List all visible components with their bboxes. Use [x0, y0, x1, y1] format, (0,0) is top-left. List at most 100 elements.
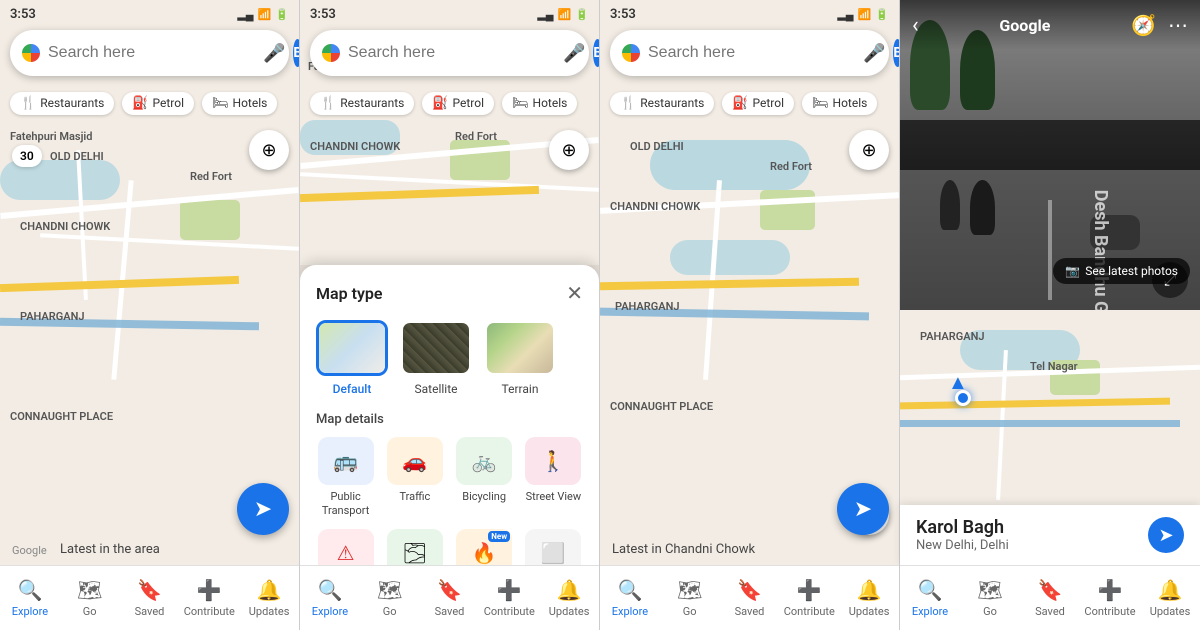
category-pills-2: 🍴Restaurants ⛽Petrol 🛏Hotels	[300, 85, 599, 121]
nav-updates-2[interactable]: 🔔 Updates	[539, 566, 599, 630]
new-badge-wildfires: New	[488, 531, 510, 542]
nav-contribute-label-3: Contribute	[784, 605, 835, 618]
nav-go-1[interactable]: 🗺 Go	[60, 566, 120, 630]
contribute-icon-1: ➕	[197, 578, 222, 602]
nav-contribute-label-4: Contribute	[1084, 605, 1135, 618]
search-input-1[interactable]	[48, 44, 255, 62]
threed-icon: ⬜	[541, 541, 566, 565]
explore-icon-1: 🔍	[17, 578, 42, 602]
detail-bicycling[interactable]: 🚲 Bicycling	[455, 437, 514, 519]
nav-updates-label-2: Updates	[549, 605, 590, 618]
profile-icon-2[interactable]: B	[593, 39, 600, 67]
detail-public-transport[interactable]: 🚌 Public Transport	[316, 437, 375, 519]
nav-contribute-2[interactable]: ➕ Contribute	[479, 566, 539, 630]
explore-icon-4: 🔍	[918, 578, 943, 602]
bicycling-label: Bicycling	[462, 490, 506, 504]
nav-explore-2[interactable]: 🔍 Explore	[300, 566, 360, 630]
transport-label: Public Transport	[316, 490, 375, 519]
map-label-masjid: Fatehpuri Masjid	[10, 130, 92, 143]
air-icon: 🌫	[402, 541, 427, 565]
back-button-4[interactable]: ‹	[912, 13, 919, 38]
nav-contribute-label-1: Contribute	[184, 605, 235, 618]
navigation-button-1[interactable]: ➤	[237, 483, 289, 535]
nav-updates-3[interactable]: 🔔 Updates	[839, 566, 899, 630]
map-type-thumb-default	[316, 320, 388, 376]
bottom-nav-2: 🔍 Explore 🗺 Go 🔖 Saved ➕ Contribute 🔔 Up…	[300, 565, 599, 630]
navigation-button-3[interactable]: ➤	[837, 483, 889, 535]
nav-saved-1[interactable]: 🔖 Saved	[120, 566, 180, 630]
go-icon-2: 🗺	[377, 578, 402, 602]
search-input-2[interactable]	[348, 44, 555, 62]
search-bar-3[interactable]: 🎤 B	[610, 30, 889, 76]
mic-icon-1[interactable]: 🎤	[263, 43, 285, 64]
layers-button-2[interactable]: ⊕	[549, 130, 589, 170]
satellite-preview	[403, 323, 469, 373]
mic-icon-3[interactable]: 🎤	[863, 43, 885, 64]
panel-4: Desh Bandhu Gupta ‹ Google 🧭 ⋯ ⤢ 📷 See l…	[900, 0, 1200, 630]
wifi-icon: 📶	[258, 8, 272, 21]
profile-icon-1[interactable]: B	[293, 39, 300, 67]
compass-icon-4[interactable]: 🧭	[1131, 13, 1156, 37]
explore-icon-2: 🔍	[317, 578, 342, 602]
more-options-4[interactable]: ⋯	[1168, 13, 1188, 37]
map-type-satellite[interactable]: Satellite	[400, 320, 472, 396]
wifi-icon-3: 📶	[858, 8, 872, 21]
nav-explore-label-4: Explore	[912, 605, 948, 618]
map-label-redfort: Red Fort	[190, 170, 232, 183]
search-input-3[interactable]	[648, 44, 855, 62]
detail-streetview[interactable]: 🚶 Street View	[524, 437, 583, 519]
map-type-terrain[interactable]: Terrain	[484, 320, 556, 396]
map-type-label-terrain: Terrain	[502, 382, 539, 396]
map-type-default[interactable]: Default	[316, 320, 388, 396]
google-label-4: Google	[931, 16, 1119, 35]
nav-explore-3[interactable]: 🔍 Explore	[600, 566, 660, 630]
pill-restaurants-2[interactable]: 🍴Restaurants	[310, 92, 414, 115]
streetview-header: ‹ Google 🧭 ⋯	[900, 0, 1200, 50]
bottom-nav-1: 🔍 Explore 🗺 Go 🔖 Saved ➕ Contribute 🔔 Up…	[0, 565, 299, 630]
saved-icon-4: 🔖	[1038, 578, 1063, 602]
nav-contribute-3[interactable]: ➕ Contribute	[779, 566, 839, 630]
wifi-icon-2: 📶	[558, 8, 572, 21]
pill-petrol-3[interactable]: ⛽Petrol	[722, 92, 794, 115]
nav-go-label-2: Go	[383, 605, 397, 618]
nav-contribute-1[interactable]: ➕ Contribute	[179, 566, 239, 630]
pill-hotels-2[interactable]: 🛏Hotels	[502, 92, 577, 115]
nav-saved-4[interactable]: 🔖 Saved	[1020, 566, 1080, 630]
battery-icon: 🔋	[275, 8, 289, 21]
pill-restaurants-1[interactable]: 🍴Restaurants	[10, 92, 114, 115]
nav-updates-1[interactable]: 🔔 Updates	[239, 566, 299, 630]
nav-go-3[interactable]: 🗺 Go	[660, 566, 720, 630]
nav-contribute-4[interactable]: ➕ Contribute	[1080, 566, 1140, 630]
detail-traffic[interactable]: 🚗 Traffic	[385, 437, 444, 519]
search-bar-1[interactable]: 🎤 B	[10, 30, 289, 76]
pill-petrol-1[interactable]: ⛽Petrol	[122, 92, 194, 115]
pill-hotels-3[interactable]: 🛏Hotels	[802, 92, 877, 115]
mic-icon-2[interactable]: 🎤	[563, 43, 585, 64]
pill-restaurants-3[interactable]: 🍴Restaurants	[610, 92, 714, 115]
nav-updates-4[interactable]: 🔔 Updates	[1140, 566, 1200, 630]
close-overlay-button[interactable]: ✕	[566, 281, 583, 306]
nav-updates-label-1: Updates	[249, 605, 290, 618]
overlay-title: Map type	[316, 284, 383, 303]
nav-saved-2[interactable]: 🔖 Saved	[420, 566, 480, 630]
nav-go-2[interactable]: 🗺 Go	[360, 566, 420, 630]
nav-go-4[interactable]: 🗺 Go	[960, 566, 1020, 630]
pill-petrol-2[interactable]: ⛽Petrol	[422, 92, 494, 115]
profile-icon-3[interactable]: B	[893, 39, 900, 67]
nav-saved-label-3: Saved	[735, 605, 765, 618]
panel-2: OLD DELHI CHANDNI CHOWK Red Fort Fatehpu…	[300, 0, 600, 630]
status-icons-2: ▂▄ 📶 🔋	[537, 8, 589, 21]
updates-icon-4: 🔔	[1158, 578, 1183, 602]
nav-explore-4[interactable]: 🔍 Explore	[900, 566, 960, 630]
see-photos-button[interactable]: 📷 See latest photos	[1053, 258, 1190, 284]
pill-hotels-1[interactable]: 🛏Hotels	[202, 92, 277, 115]
nav-go-label-3: Go	[683, 605, 697, 618]
nav-saved-3[interactable]: 🔖 Saved	[720, 566, 780, 630]
navigate-to-button-4[interactable]: ➤	[1148, 517, 1184, 553]
signal-icon-3: ▂▄	[837, 8, 853, 21]
nav-explore-1[interactable]: 🔍 Explore	[0, 566, 60, 630]
search-bar-2[interactable]: 🎤 B	[310, 30, 589, 76]
layers-button-3[interactable]: ⊕	[849, 130, 889, 170]
info-subtitle-4: New Delhi, Delhi	[916, 538, 1009, 553]
layers-button-1[interactable]: ⊕	[249, 130, 289, 170]
